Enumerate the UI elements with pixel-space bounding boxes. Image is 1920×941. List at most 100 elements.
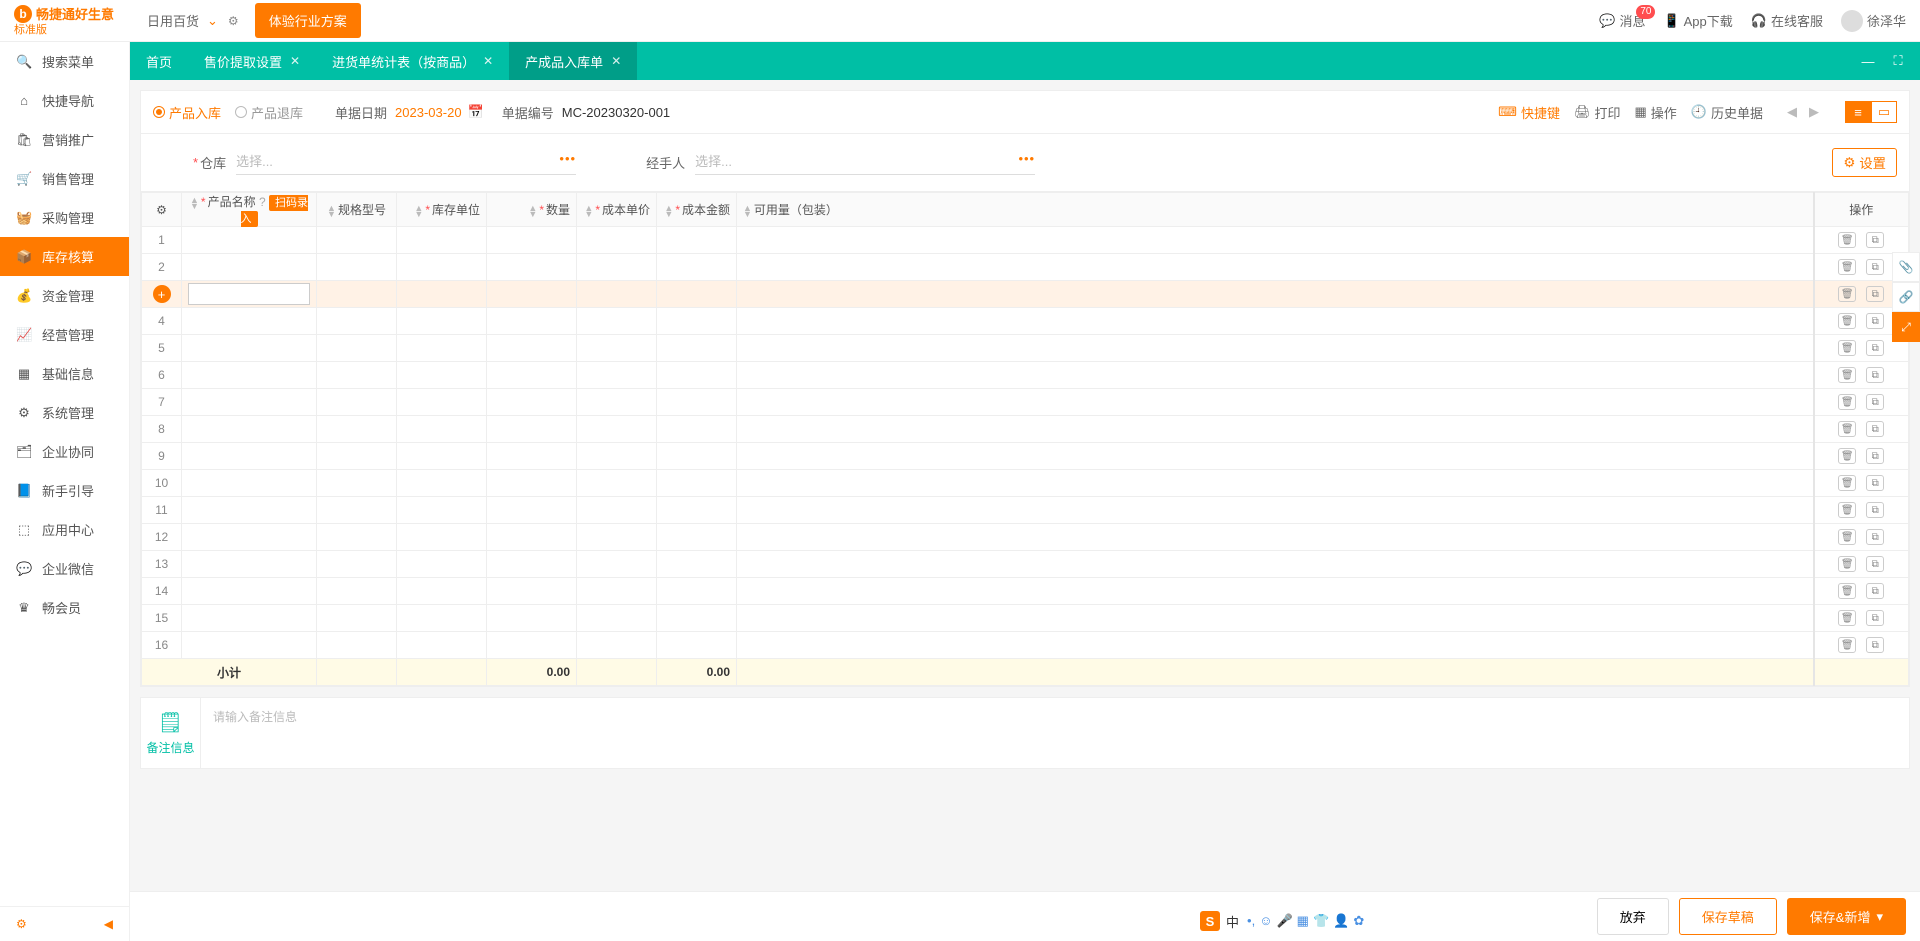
- delete-row-button[interactable]: 🗑: [1838, 367, 1856, 383]
- table-row[interactable]: 12🗑⧉: [142, 524, 1909, 551]
- copy-row-button[interactable]: ⧉: [1866, 637, 1884, 653]
- product-input[interactable]: [188, 283, 310, 305]
- sidebar-item-1[interactable]: ⌂快捷导航: [0, 81, 129, 120]
- operate-button[interactable]: ▦操作: [1634, 103, 1676, 122]
- copy-row-button[interactable]: ⧉: [1866, 610, 1884, 626]
- table-row[interactable]: 14🗑⧉: [142, 578, 1909, 605]
- copy-row-button[interactable]: ⧉: [1866, 340, 1884, 356]
- tab-0[interactable]: 首页: [130, 42, 188, 80]
- delete-row-button[interactable]: 🗑: [1838, 529, 1856, 545]
- handler-select[interactable]: 选择... •••: [695, 151, 1035, 175]
- rail-attach-button[interactable]: 📎: [1892, 252, 1920, 282]
- delete-row-button[interactable]: 🗑: [1838, 583, 1856, 599]
- table-row[interactable]: 13🗑⧉: [142, 551, 1909, 578]
- remarks-tab[interactable]: 🗒 备注信息: [141, 698, 201, 768]
- table-row[interactable]: 1🗑⧉: [142, 227, 1909, 254]
- delete-row-button[interactable]: 🗑: [1838, 313, 1856, 329]
- tab-2[interactable]: 进货单统计表（按商品）✕: [316, 42, 509, 80]
- next-doc-button[interactable]: ▶: [1805, 102, 1823, 122]
- copy-row-button[interactable]: ⧉: [1866, 394, 1884, 410]
- collapse-icon[interactable]: ◀: [104, 917, 113, 931]
- sidebar-item-6[interactable]: 💰资金管理: [0, 276, 129, 315]
- copy-row-button[interactable]: ⧉: [1866, 421, 1884, 437]
- delete-row-button[interactable]: 🗑: [1838, 259, 1856, 275]
- history-button[interactable]: 🕘历史单据: [1691, 103, 1763, 122]
- copy-row-button[interactable]: ⧉: [1866, 367, 1884, 383]
- sidebar-item-7[interactable]: 📈经营管理: [0, 315, 129, 354]
- radio-product-in[interactable]: 产品入库: [153, 103, 221, 122]
- sidebar-item-4[interactable]: 🧺采购管理: [0, 198, 129, 237]
- sidebar-item-8[interactable]: ▦基础信息: [0, 354, 129, 393]
- close-icon[interactable]: ✕: [290, 54, 300, 68]
- table-row[interactable]: 10🗑⧉: [142, 470, 1909, 497]
- sidebar-item-2[interactable]: 🛍营销推广: [0, 120, 129, 159]
- delete-row-button[interactable]: 🗑: [1838, 556, 1856, 572]
- app-download-button[interactable]: 📱 App下载: [1663, 11, 1732, 30]
- print-button[interactable]: 🖨打印: [1574, 103, 1621, 122]
- sidebar-item-11[interactable]: 📘新手引导: [0, 471, 129, 510]
- col-price[interactable]: ▲▼*成本单价: [577, 193, 657, 227]
- tab-minimize-button[interactable]: —: [1854, 49, 1882, 73]
- store-selector[interactable]: 日用百货 ⌄: [147, 11, 218, 30]
- save-draft-button[interactable]: 保存草稿: [1679, 898, 1777, 935]
- col-gear[interactable]: ⚙: [142, 193, 182, 227]
- add-row-button[interactable]: +: [153, 285, 171, 303]
- delete-row-button[interactable]: 🗑: [1838, 394, 1856, 410]
- rail-expand-button[interactable]: ⤢: [1892, 312, 1920, 342]
- warehouse-select[interactable]: 选择... •••: [236, 151, 576, 175]
- sidebar-item-0[interactable]: 🔍搜索菜单: [0, 42, 129, 81]
- table-row[interactable]: 6🗑⧉: [142, 362, 1909, 389]
- column-settings-button[interactable]: ⚙ 设置: [1832, 148, 1897, 177]
- copy-row-button[interactable]: ⧉: [1866, 448, 1884, 464]
- discard-button[interactable]: 放弃: [1597, 898, 1669, 935]
- table-row[interactable]: + 🗑 ⧉: [142, 281, 1909, 308]
- sidebar-item-3[interactable]: 🛒销售管理: [0, 159, 129, 198]
- table-row[interactable]: 15🗑⧉: [142, 605, 1909, 632]
- copy-row-button[interactable]: ⧉: [1866, 286, 1884, 302]
- sidebar-item-14[interactable]: ♛畅会员: [0, 588, 129, 627]
- col-available[interactable]: ▲▼可用量（包装）: [737, 193, 1814, 227]
- table-row[interactable]: 7🗑⧉: [142, 389, 1909, 416]
- table-row[interactable]: 9🗑⧉: [142, 443, 1909, 470]
- delete-row-button[interactable]: 🗑: [1838, 286, 1856, 302]
- tab-3[interactable]: 产成品入库单✕: [509, 42, 637, 80]
- user-menu[interactable]: 徐泽华: [1841, 10, 1906, 32]
- col-qty[interactable]: ▲▼*数量: [487, 193, 577, 227]
- table-row[interactable]: 2🗑⧉: [142, 254, 1909, 281]
- messages-button[interactable]: 💬 消息 70: [1599, 11, 1645, 30]
- delete-row-button[interactable]: 🗑: [1838, 232, 1856, 248]
- copy-row-button[interactable]: ⧉: [1866, 259, 1884, 275]
- copy-row-button[interactable]: ⧉: [1866, 529, 1884, 545]
- copy-row-button[interactable]: ⧉: [1866, 502, 1884, 518]
- copy-row-button[interactable]: ⧉: [1866, 232, 1884, 248]
- settings-icon[interactable]: ⚙: [16, 917, 27, 931]
- store-settings-icon[interactable]: ⚙: [228, 14, 239, 28]
- copy-row-button[interactable]: ⧉: [1866, 583, 1884, 599]
- close-icon[interactable]: ✕: [483, 54, 493, 68]
- close-icon[interactable]: ✕: [611, 54, 621, 68]
- col-spec[interactable]: ▲▼规格型号: [317, 193, 397, 227]
- experience-button[interactable]: 体验行业方案: [255, 3, 361, 38]
- col-product[interactable]: ▲▼*产品名称 ? 扫码录入: [182, 193, 317, 227]
- calendar-icon[interactable]: 📅: [468, 104, 484, 120]
- sidebar-item-9[interactable]: ⚙系统管理: [0, 393, 129, 432]
- sidebar-item-5[interactable]: 📦库存核算: [0, 237, 129, 276]
- save-new-button[interactable]: 保存&新增 ▾: [1787, 898, 1906, 935]
- table-row[interactable]: 16🗑⧉: [142, 632, 1909, 659]
- col-amount[interactable]: ▲▼*成本金额: [657, 193, 737, 227]
- delete-row-button[interactable]: 🗑: [1838, 448, 1856, 464]
- date-value[interactable]: 2023-03-20: [395, 105, 462, 120]
- online-service-button[interactable]: 🎧 在线客服: [1751, 11, 1823, 30]
- table-row[interactable]: 11🗑⧉: [142, 497, 1909, 524]
- delete-row-button[interactable]: 🗑: [1838, 610, 1856, 626]
- tab-expand-button[interactable]: ⛶: [1884, 49, 1912, 73]
- rail-link-button[interactable]: 🔗: [1892, 282, 1920, 312]
- view-list-button[interactable]: ≡: [1845, 101, 1871, 123]
- tab-1[interactable]: 售价提取设置✕: [188, 42, 316, 80]
- copy-row-button[interactable]: ⧉: [1866, 475, 1884, 491]
- delete-row-button[interactable]: 🗑: [1838, 340, 1856, 356]
- table-row[interactable]: 8🗑⧉: [142, 416, 1909, 443]
- delete-row-button[interactable]: 🗑: [1838, 421, 1856, 437]
- remarks-input[interactable]: 请输入备注信息: [201, 698, 1909, 768]
- delete-row-button[interactable]: 🗑: [1838, 502, 1856, 518]
